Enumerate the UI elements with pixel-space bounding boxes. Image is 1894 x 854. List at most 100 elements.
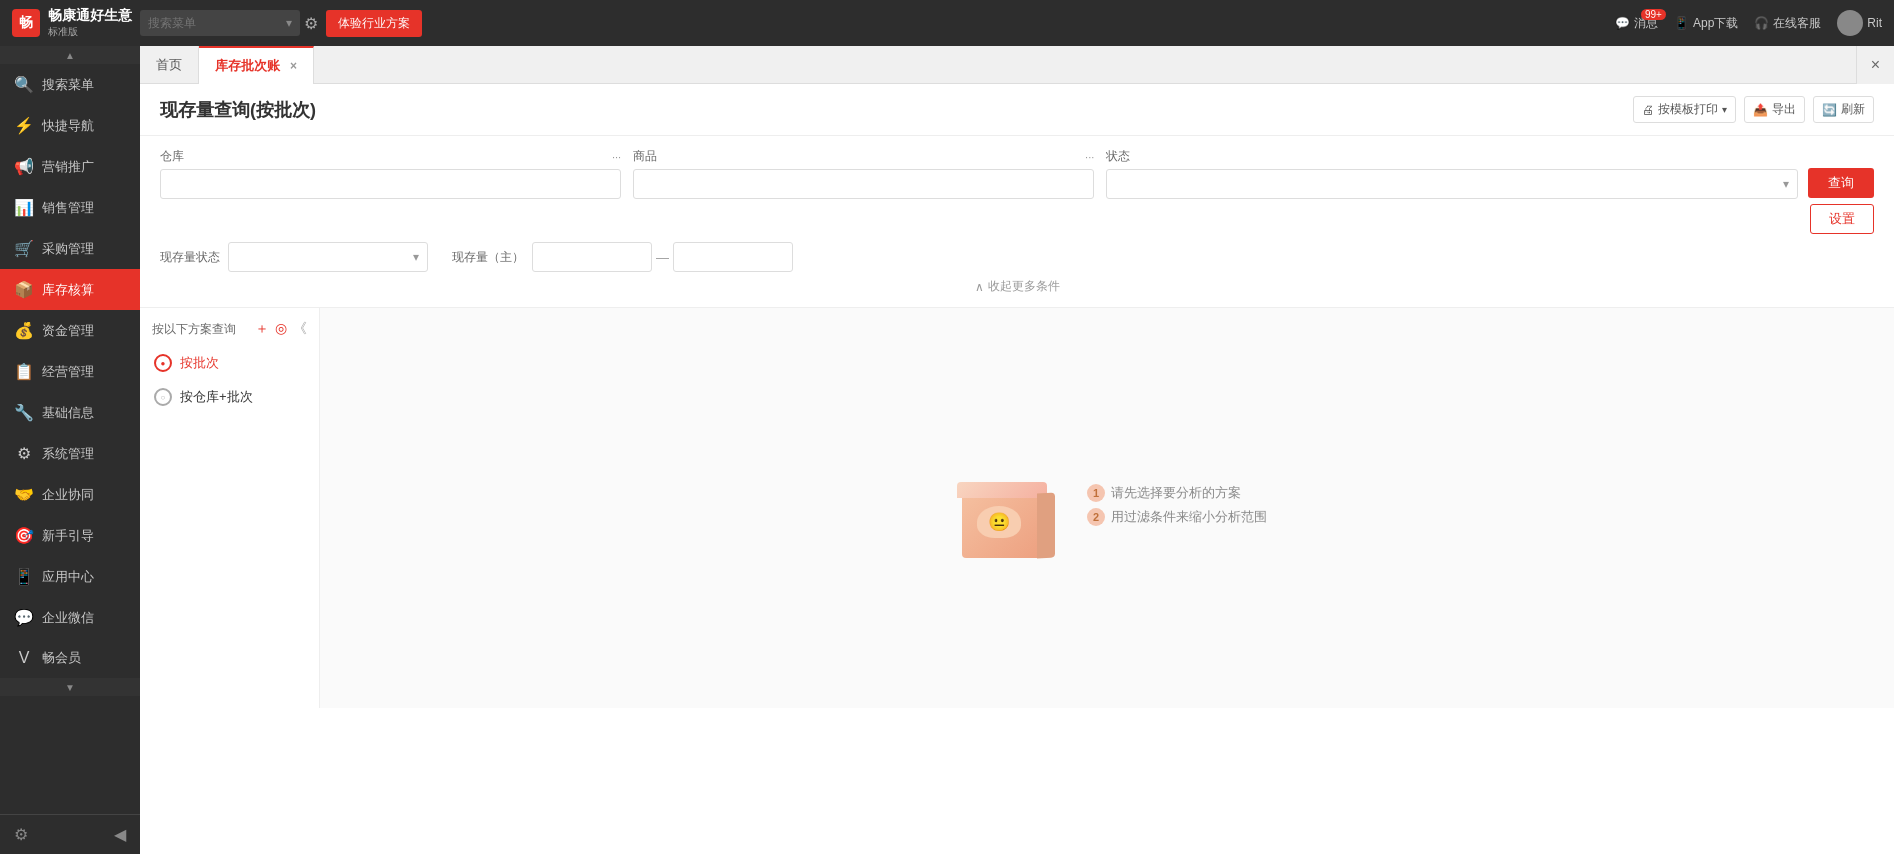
status-label: 状态 (1106, 148, 1130, 165)
sidebar-item-operations[interactable]: 📋 经营管理 (0, 351, 140, 392)
sidebar-item-wechat[interactable]: 💬 企业微信 (0, 597, 140, 638)
scheme-inactive-icon: ○ (154, 388, 172, 406)
marketing-icon: 📢 (14, 157, 34, 176)
inventory-qty-item: 现存量（主） — (452, 242, 793, 272)
member-icon: V (14, 649, 34, 667)
sidebar-item-search[interactable]: 🔍 搜索菜单 (0, 64, 140, 105)
box-side (1037, 493, 1055, 559)
inventory-qty-range: — (532, 242, 793, 272)
scheme-item-warehouse-batch[interactable]: ○ 按仓库+批次 (140, 380, 319, 414)
sidebar-item-system[interactable]: ⚙ 系统管理 (0, 433, 140, 474)
product-input[interactable] (633, 169, 1094, 199)
inventory-qty-min[interactable] (532, 242, 652, 272)
scheme-active-icon: ● (154, 354, 172, 372)
sidebar-item-purchase[interactable]: 🛒 采购管理 (0, 228, 140, 269)
tab-home[interactable]: 首页 (140, 46, 199, 84)
product-more-btn[interactable]: ··· (1085, 151, 1094, 163)
warehouse-label: 仓库 (160, 148, 184, 165)
online-service-btn[interactable]: 🎧 在线客服 (1754, 15, 1821, 32)
search-icon: 🔍 (14, 75, 34, 94)
scheme-item-batch[interactable]: ● 按批次 (140, 346, 319, 380)
close-icon: × (1871, 56, 1880, 74)
sidebar-item-label: 畅会员 (42, 649, 81, 667)
sidebar-item-label: 企业微信 (42, 609, 94, 627)
sidebar-item-newbie[interactable]: 🎯 新手引导 (0, 515, 140, 556)
app-download-btn[interactable]: 📱 App下载 (1674, 15, 1738, 32)
sidebar-item-label: 搜索菜单 (42, 76, 94, 94)
sales-icon: 📊 (14, 198, 34, 217)
brand-info: 畅康通好生意 标准版 (48, 7, 132, 39)
sidebar-bottom: ⚙ ◀ (0, 814, 140, 854)
status-input[interactable]: ▾ (1106, 169, 1798, 199)
sidebar-item-finance[interactable]: 💰 资金管理 (0, 310, 140, 351)
newbie-icon: 🎯 (14, 526, 34, 545)
tab-inventory-batch[interactable]: 库存批次账 × (199, 46, 314, 84)
inventory-icon: 📦 (14, 280, 34, 299)
sidebar-item-appstore[interactable]: 📱 应用中心 (0, 556, 140, 597)
empty-step-2-text: 用过滤条件来缩小分析范围 (1111, 508, 1267, 526)
sidebar-item-label: 库存核算 (42, 281, 94, 299)
sidebar-item-sales[interactable]: 📊 销售管理 (0, 187, 140, 228)
sidebar-item-marketing[interactable]: 📢 营销推广 (0, 146, 140, 187)
sidebar-item-label: 营销推广 (42, 158, 94, 176)
inventory-status-dropdown[interactable]: ▾ (228, 242, 428, 272)
sidebar-item-label: 采购管理 (42, 240, 94, 258)
purchase-icon: 🛒 (14, 239, 34, 258)
enterprise-icon: 🤝 (14, 485, 34, 504)
data-area: 😐 1 请先选择要分析的方案 2 用过滤条 (320, 308, 1894, 708)
inventory-qty-max[interactable] (673, 242, 793, 272)
sidebar-item-inventory[interactable]: 📦 库存核算 (0, 269, 140, 310)
quick-icon: ⚡ (14, 116, 34, 135)
messages-btn[interactable]: 💬 消息 99+ (1615, 15, 1658, 32)
status-field: 状态 ▾ (1106, 148, 1798, 199)
warehouse-input[interactable] (160, 169, 621, 199)
warehouse-more-btn[interactable]: ··· (612, 151, 621, 163)
message-icon: 💬 (1615, 16, 1630, 30)
refresh-btn[interactable]: 🔄 刷新 (1813, 96, 1874, 123)
collapse-btn[interactable]: ∧ 收起更多条件 (160, 278, 1874, 295)
tab-close-icon[interactable]: × (290, 59, 297, 73)
inventory-qty-label: 现存量（主） (452, 249, 524, 266)
scheme-panel-actions: ＋ ◎ 《 (255, 320, 307, 338)
topbar-settings-icon[interactable]: ⚙ (304, 14, 318, 33)
content-area: 首页 库存批次账 × × 现存量查询(按批次) 🖨 按模板打印 ▾ (140, 46, 1894, 854)
sidebar-item-quick[interactable]: ⚡ 快捷导航 (0, 105, 140, 146)
range-separator: — (656, 250, 669, 265)
topbar-left: 畅 畅康通好生意 标准版 ▾ ⚙ 体验行业方案 (12, 7, 422, 39)
sidebar-item-member[interactable]: V 畅会员 (0, 638, 140, 678)
app-icon: 📱 (1674, 16, 1689, 30)
service-icon: 🎧 (1754, 16, 1769, 30)
app-logo: 畅 (12, 9, 40, 37)
sidebar-item-label: 基础信息 (42, 404, 94, 422)
collapse-icon: ∧ (975, 280, 984, 294)
experience-btn[interactable]: 体验行业方案 (326, 10, 422, 37)
sidebar-scroll-down[interactable]: ▼ (0, 678, 140, 696)
refresh-icon: 🔄 (1822, 103, 1837, 117)
sidebar-item-label: 快捷导航 (42, 117, 94, 135)
user-avatar-area[interactable]: Rit (1837, 10, 1882, 36)
status-arrow-icon: ▾ (1783, 177, 1789, 191)
settings-btn[interactable]: 设置 (1810, 204, 1874, 234)
sidebar-item-basic[interactable]: 🔧 基础信息 (0, 392, 140, 433)
search-box[interactable]: ▾ (140, 10, 300, 36)
sidebar-settings-icon[interactable]: ⚙ (14, 825, 28, 844)
tab-home-label: 首页 (156, 56, 182, 74)
avatar (1837, 10, 1863, 36)
add-scheme-icon[interactable]: ＋ (255, 320, 269, 338)
sidebar-scroll-up[interactable]: ▲ (0, 46, 140, 64)
sidebar: ▲ 🔍 搜索菜单 ⚡ 快捷导航 📢 营销推广 📊 销售管理 🛒 采购管理 📦 库… (0, 46, 140, 854)
search-input[interactable] (148, 16, 286, 30)
configure-scheme-icon[interactable]: ◎ (275, 320, 287, 338)
sidebar-collapse-icon[interactable]: ◀ (114, 825, 126, 844)
inventory-status-item: 现存量状态 ▾ (160, 242, 428, 272)
scheme-panel: 按以下方案查询 ＋ ◎ 《 ● 按批次 ○ 按仓库+批次 (140, 308, 320, 708)
export-btn[interactable]: 📤 导出 (1744, 96, 1805, 123)
empty-illustration: 😐 (947, 448, 1057, 568)
query-btn[interactable]: 查询 (1808, 168, 1874, 198)
print-template-btn[interactable]: 🖨 按模板打印 ▾ (1633, 96, 1736, 123)
sidebar-item-enterprise[interactable]: 🤝 企业协同 (0, 474, 140, 515)
box-face: 😐 (977, 506, 1021, 538)
tab-close-right-btn[interactable]: × (1856, 46, 1894, 84)
page-header: 现存量查询(按批次) 🖨 按模板打印 ▾ 📤 导出 🔄 刷新 (140, 84, 1894, 136)
collapse-panel-icon[interactable]: 《 (293, 320, 307, 338)
